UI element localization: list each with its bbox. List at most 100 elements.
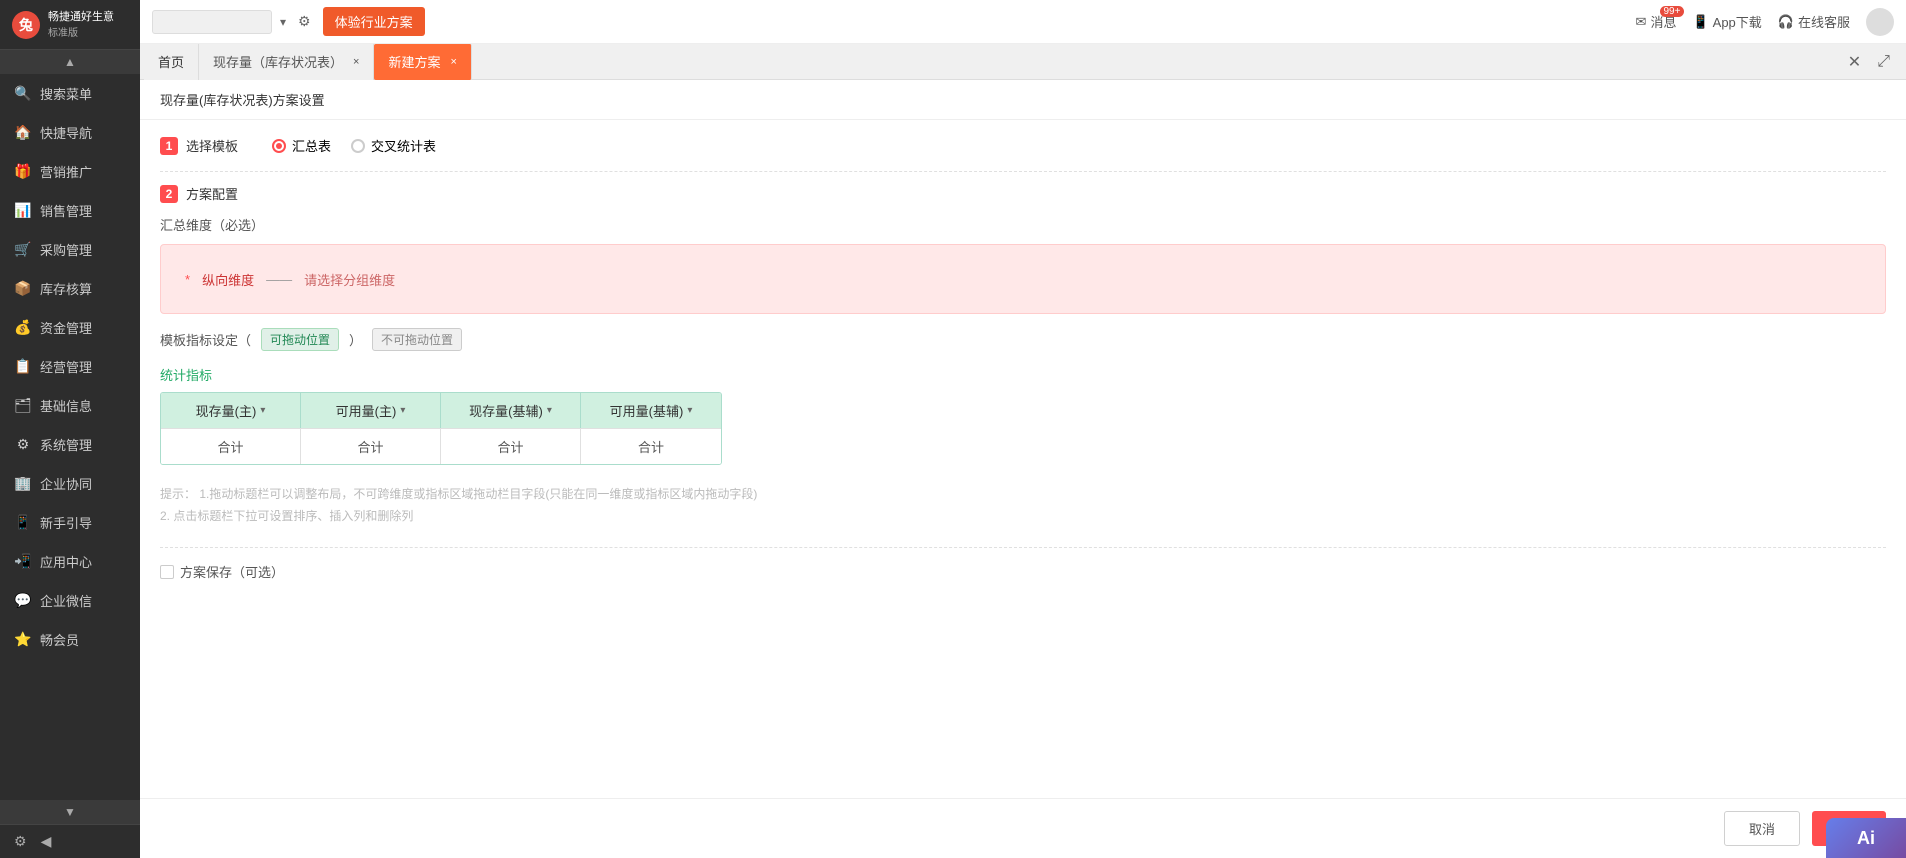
- topbar: ▾ ⚙ 体验行业方案 ✉ 消息 99+ 📱 App下载 🎧 在线客服: [140, 0, 1906, 44]
- sidebar-item-label: 资金管理: [40, 318, 92, 337]
- user-avatar[interactable]: [1866, 8, 1894, 36]
- page-title: 现存量(库存状况表)方案设置: [160, 93, 325, 108]
- stats-col-0-chevron[interactable]: ▾: [260, 405, 265, 416]
- gift-icon: 🎁: [14, 163, 32, 181]
- stats-col-2-chevron[interactable]: ▾: [547, 405, 552, 416]
- stats-col-3-chevron[interactable]: ▾: [687, 405, 692, 416]
- step1-number: 1: [160, 137, 178, 155]
- tab-close-button[interactable]: ✕: [1844, 50, 1865, 74]
- sidebar-item-purchase[interactable]: 🛒 采购管理: [0, 230, 140, 269]
- scheme-config: 1 选择模板 汇总表 交叉统计表: [140, 120, 1906, 657]
- radio-cross-circle[interactable]: [351, 139, 365, 153]
- stats-col-0-data: 合计: [161, 428, 301, 464]
- sidebar-scroll-down[interactable]: ▼: [0, 800, 140, 824]
- sidebar-item-label: 营销推广: [40, 162, 92, 181]
- star-icon: ⭐: [14, 631, 32, 649]
- sidebar-item-newuser[interactable]: 📱 新手引导: [0, 503, 140, 542]
- step2-number: 2: [160, 185, 178, 203]
- ai-badge[interactable]: Ai: [1826, 818, 1906, 858]
- sidebar-item-member[interactable]: ⭐ 畅会员: [0, 620, 140, 659]
- sidebar-item-basic[interactable]: 🗂 基础信息: [0, 386, 140, 425]
- no-drag-badge: 不可拖动位置: [372, 328, 462, 351]
- sidebar-item-sales[interactable]: 📊 销售管理: [0, 191, 140, 230]
- stats-col-3-header[interactable]: 可用量(基辅) ▾: [581, 393, 721, 428]
- cancel-button[interactable]: 取消: [1724, 811, 1800, 846]
- draggable-badge: 可拖动位置: [261, 328, 339, 351]
- tab-new-scheme[interactable]: 新建方案 ×: [374, 44, 471, 80]
- sidebar-item-label: 销售管理: [40, 201, 92, 220]
- sidebar: 兔 畅捷通好生意 标准版 ▲ 🔍 搜索菜单 🏠 快捷导航 🎁 营销推广 📊 销售…: [0, 0, 140, 858]
- template-options: 汇总表 交叉统计表: [272, 136, 436, 155]
- sidebar-item-marketing[interactable]: 🎁 营销推广: [0, 152, 140, 191]
- messages-button[interactable]: ✉ 消息 99+: [1636, 12, 1677, 31]
- topbar-settings-icon[interactable]: ⚙: [294, 9, 315, 34]
- stats-col-1-chevron[interactable]: ▾: [400, 405, 405, 416]
- sidebar-item-label: 库存核算: [40, 279, 92, 298]
- radio-summary[interactable]: 汇总表: [272, 136, 331, 155]
- sidebar-item-operation[interactable]: 📋 经营管理: [0, 347, 140, 386]
- tips-section: 提示： 1.拖动标题栏可以调整布局，不可跨维度或指标区域拖动栏目字段(只能在同一…: [160, 484, 1886, 527]
- messages-badge: 99+: [1660, 6, 1685, 17]
- dimension-required-mark: *: [185, 272, 190, 287]
- tab-resize-button[interactable]: ⤢: [1873, 51, 1894, 73]
- sidebar-item-shortcut[interactable]: 🏠 快捷导航: [0, 113, 140, 152]
- stats-col-2-header[interactable]: 现存量(基辅) ▾: [441, 393, 581, 428]
- dimension-label: 汇总维度（必选）: [160, 215, 1886, 234]
- app-name: 畅捷通好生意: [48, 10, 114, 24]
- dimension-title: 纵向维度: [202, 270, 254, 289]
- dimension-placeholder[interactable]: 请选择分组维度: [304, 270, 395, 289]
- bottom-section: 方案保存（可选）: [160, 547, 1886, 581]
- sidebar-item-search[interactable]: 🔍 搜索菜单: [0, 74, 140, 113]
- radio-cross-label: 交叉统计表: [371, 136, 436, 155]
- sidebar-item-label: 企业协同: [40, 474, 92, 493]
- phone-icon: 📱: [1692, 14, 1708, 30]
- sidebar-item-label: 搜索菜单: [40, 84, 92, 103]
- tab-inventory[interactable]: 现存量（库存状况表） ×: [199, 44, 374, 80]
- sidebar-item-label: 系统管理: [40, 435, 92, 454]
- tab-new-scheme-close-icon[interactable]: ×: [450, 56, 456, 68]
- stats-col-1-header[interactable]: 可用量(主) ▾: [301, 393, 441, 428]
- topbar-search-input[interactable]: [152, 10, 272, 34]
- settings-bottom-icon[interactable]: ⚙: [14, 833, 27, 850]
- tab-home[interactable]: 首页: [144, 44, 199, 80]
- sidebar-item-apps[interactable]: 📲 应用中心: [0, 542, 140, 581]
- stats-col-1-data: 合计: [301, 428, 441, 464]
- tab-inventory-close-icon[interactable]: ×: [353, 56, 359, 68]
- stats-col-0-header[interactable]: 现存量(主) ▾: [161, 393, 301, 428]
- indicator-setting: 模板指标设定（ 可拖动位置 ） 不可拖动位置: [160, 328, 1886, 351]
- online-service-button[interactable]: 🎧 在线客服: [1778, 12, 1850, 31]
- sidebar-item-wechat[interactable]: 💬 企业微信: [0, 581, 140, 620]
- content-area: 现存量(库存状况表)方案设置 1 选择模板 汇总表 交叉统计表: [140, 80, 1906, 858]
- app-download-label: App下载: [1713, 12, 1762, 31]
- dimension-separator: ——: [266, 272, 292, 287]
- app-download-button[interactable]: 📱 App下载: [1692, 12, 1761, 31]
- radio-cross[interactable]: 交叉统计表: [351, 136, 436, 155]
- indicator-setting-close: ）: [349, 330, 362, 349]
- stats-label: 统计指标: [160, 365, 1886, 384]
- chart-icon: 📊: [14, 202, 32, 220]
- apps-icon: 📲: [14, 553, 32, 571]
- topbar-right: ✉ 消息 99+ 📱 App下载 🎧 在线客服: [1636, 8, 1894, 36]
- tip-2: 2. 点击标题栏下拉可设置排序、插入列和删除列: [160, 506, 1886, 528]
- sidebar-scroll-up[interactable]: ▲: [0, 50, 140, 74]
- mobile-icon: 📱: [14, 514, 32, 532]
- app-edition: 标准版: [48, 24, 114, 39]
- step-divider: [160, 171, 1886, 172]
- home-icon: 🏠: [14, 124, 32, 142]
- tab-home-label: 首页: [158, 52, 184, 71]
- money-icon: 💰: [14, 319, 32, 337]
- save-option: 方案保存（可选）: [160, 562, 1886, 581]
- radio-summary-circle[interactable]: [272, 139, 286, 153]
- trial-button[interactable]: 体验行业方案: [323, 7, 425, 36]
- gear-icon: ⚙: [14, 436, 32, 454]
- sidebar-item-system[interactable]: ⚙ 系统管理: [0, 425, 140, 464]
- sidebar-item-enterprise[interactable]: 🏢 企业协同: [0, 464, 140, 503]
- stats-col-2-label: 现存量(基辅): [469, 401, 543, 420]
- topbar-dropdown[interactable]: ▾: [280, 15, 286, 29]
- sidebar-item-inventory[interactable]: 📦 库存核算: [0, 269, 140, 308]
- save-checkbox[interactable]: [160, 565, 174, 579]
- collapse-icon[interactable]: ◀: [41, 833, 52, 850]
- tip-1: 提示： 1.拖动标题栏可以调整布局，不可跨维度或指标区域拖动栏目字段(只能在同一…: [160, 484, 1886, 506]
- stats-data-row: 合计 合计 合计 合计: [161, 428, 721, 464]
- sidebar-item-finance[interactable]: 💰 资金管理: [0, 308, 140, 347]
